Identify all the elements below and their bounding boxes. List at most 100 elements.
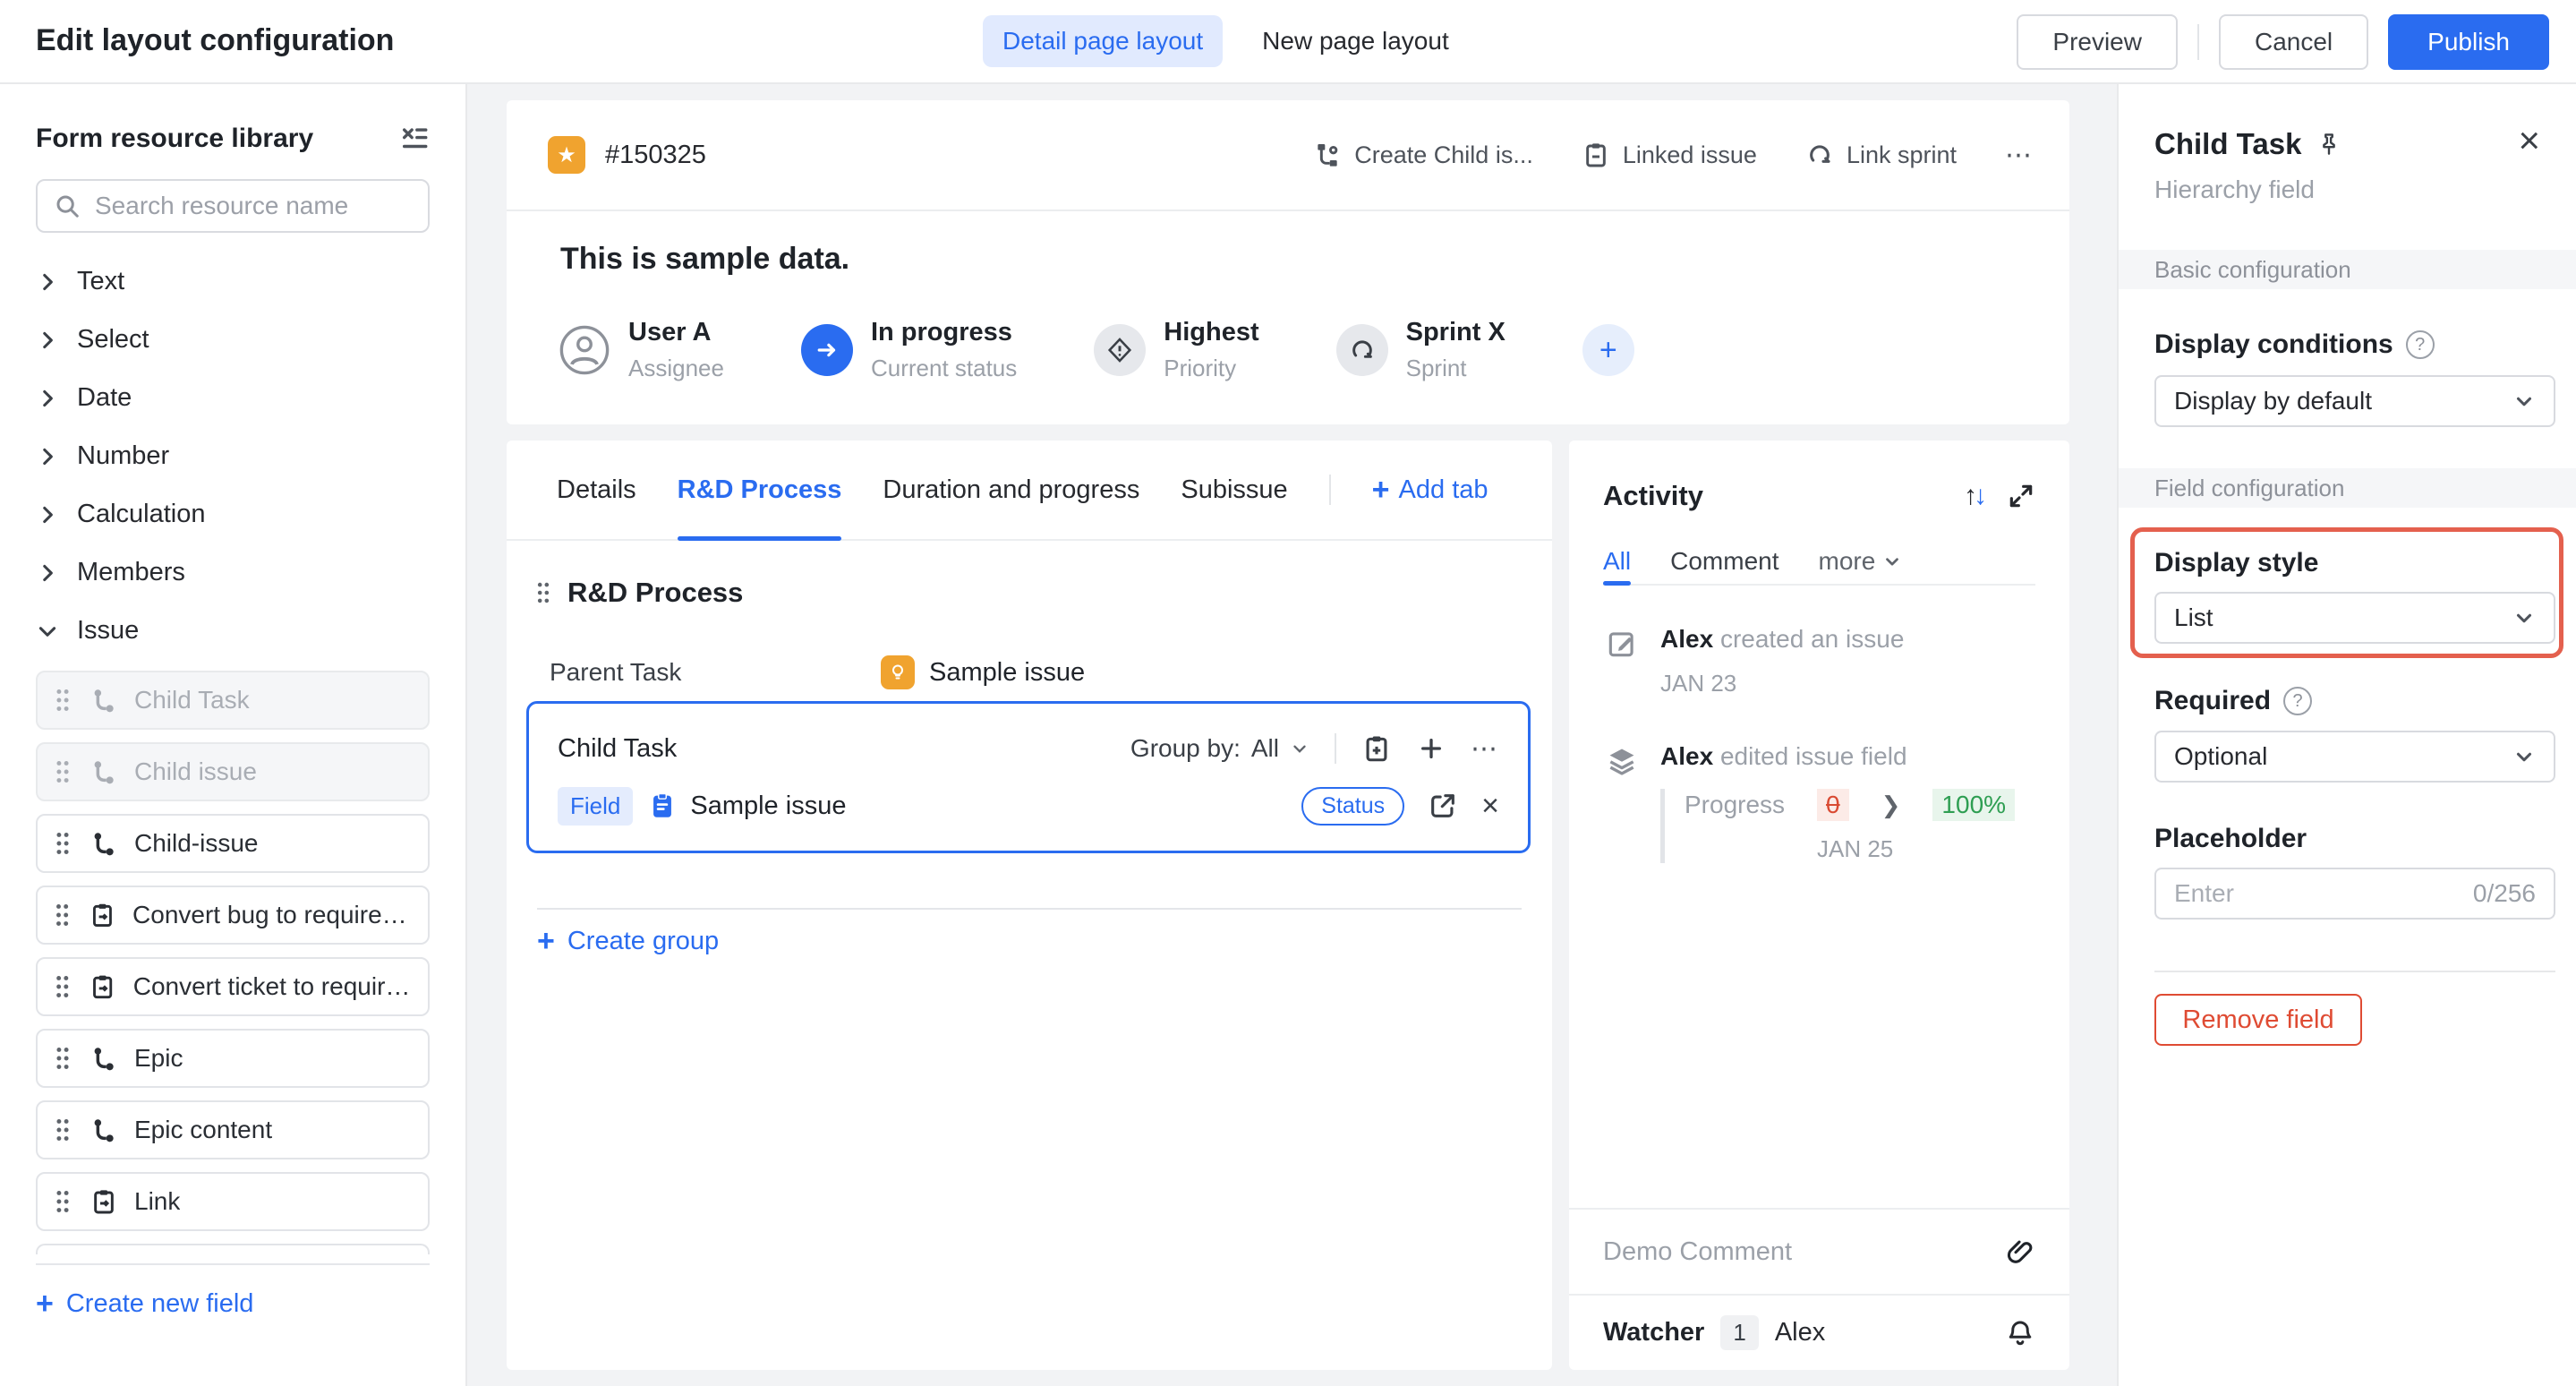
drag-handle-icon [56,1191,69,1212]
chevron-right-icon [43,564,53,581]
category-issue[interactable]: Issue [36,602,430,660]
detail-content-card: Details R&D Process Duration and progres… [507,441,1552,1370]
tab-detail-page-layout[interactable]: Detail page layout [983,15,1224,67]
display-conditions-select[interactable]: Display by default [2154,375,2555,427]
sprint-field[interactable]: Sprint X Sprint [1335,318,1506,382]
display-style-select[interactable]: List [2154,592,2555,644]
expand-icon[interactable] [2007,482,2035,510]
chevron-down-icon [2512,606,2536,629]
page-title: Edit layout configuration [36,23,395,57]
category-number[interactable]: Number [36,427,430,485]
field-item-epic-content[interactable]: Epic content [36,1100,430,1159]
arrow-right-circle-icon [800,324,853,376]
resource-search[interactable] [36,179,430,233]
link-sprint-button[interactable]: Link sprint [1805,141,1957,169]
tab-duration-progress[interactable]: Duration and progress [883,441,1139,539]
required-select[interactable]: Optional [2154,731,2555,783]
field-item-convert-ticket[interactable]: Convert ticket to require... [36,957,430,1016]
placeholder-input[interactable] [2174,879,2473,908]
external-link-icon[interactable] [1428,791,1458,821]
group-field-value: Sample issue [690,791,847,820]
search-input[interactable] [95,192,412,220]
group-by-dropdown[interactable]: Group by: All [1130,734,1309,763]
hierarchy-icon [94,833,114,856]
cancel-button[interactable]: Cancel [2218,14,2369,70]
chevron-down-icon [38,626,56,637]
remove-row-icon[interactable]: × [1481,791,1499,821]
pin-icon[interactable] [2316,131,2342,158]
create-new-field-button[interactable]: + Create new field [36,1288,430,1319]
tab-new-page-layout[interactable]: New page layout [1262,27,1449,56]
chevron-down-icon [2512,389,2536,413]
issue-preview-card: ★ #150325 Create Child is... Linked issu… [507,100,2069,424]
clipboard-add-icon[interactable] [1361,733,1392,764]
priority-diamond-icon [1094,324,1147,376]
field-item-epic[interactable]: Epic [36,1029,430,1088]
field-item-link[interactable]: Link [36,1172,430,1231]
child-task-group-box[interactable]: Child Task Group by: All ⋯ Field Sample … [526,701,1531,853]
activity-tab-comment[interactable]: Comment [1670,539,1778,584]
collapse-panel-icon[interactable] [399,124,430,154]
hierarchy-icon [94,1048,114,1071]
priority-field[interactable]: Highest Priority [1094,318,1259,382]
comment-input-row [1569,1208,2069,1294]
category-text[interactable]: Text [36,252,430,311]
sort-order-icon[interactable]: ↑↓ [1964,481,1987,511]
hierarchy-icon [94,1119,114,1142]
parent-task-row: Parent Task Sample issue [550,655,1552,689]
help-icon[interactable]: ? [2283,687,2313,715]
chevron-down-icon [1293,745,1306,753]
linked-issue-button[interactable]: Linked issue [1582,141,1757,169]
publish-button[interactable]: Publish [2388,14,2549,70]
activity-panel: Activity ↑↓ All Comment more Alex create… [1569,441,2069,1370]
preview-button[interactable]: Preview [2017,14,2178,70]
group-more-button[interactable]: ⋯ [1471,733,1499,765]
assignee-field[interactable]: User A Assignee [559,318,724,382]
tab-details[interactable]: Details [557,441,636,539]
category-select[interactable]: Select [36,311,430,369]
layout-tabs: Detail page layout New page layout [983,15,1449,67]
activity-tab-all[interactable]: All [1603,539,1632,586]
category-calculation[interactable]: Calculation [36,485,430,543]
add-row-icon[interactable] [1417,734,1446,763]
tab-rd-process[interactable]: R&D Process [677,441,841,541]
plus-icon: + [1371,473,1390,507]
field-item-convert-bug[interactable]: Convert bug to requirem... [36,886,430,945]
activity-date: JAN 23 [1660,670,1737,697]
tab-subissue[interactable]: Subissue [1181,441,1287,539]
category-members[interactable]: Members [36,543,430,602]
group-field-row[interactable]: Field Sample issue Status × [558,783,1499,829]
chevron-down-icon [2512,745,2536,768]
drag-handle-icon [56,976,69,997]
activity-tabs: All Comment more [1603,539,2035,586]
create-group-button[interactable]: + Create group [537,926,719,956]
help-icon[interactable]: ? [2405,330,2435,359]
create-child-issue-button[interactable]: Create Child is... [1313,141,1533,169]
add-field-button[interactable]: + [1582,324,1634,376]
status-badge[interactable]: Status [1301,786,1405,826]
old-value: 0 [1817,789,1849,821]
activity-title: Activity [1603,480,1703,511]
parent-task-value[interactable]: Sample issue [929,658,1085,688]
drag-handle-icon [56,833,69,854]
field-item-child-dash-issue[interactable]: Child-issue [36,814,430,873]
category-date[interactable]: Date [36,369,430,427]
remove-field-button[interactable]: Remove field [2154,994,2362,1046]
drag-handle-icon[interactable] [533,580,553,605]
drag-handle-icon [56,761,69,783]
attachment-icon[interactable] [2005,1236,2035,1267]
plus-icon: + [36,1287,54,1321]
create-child-icon [1318,144,1338,167]
close-panel-icon[interactable]: × [2518,122,2540,159]
bell-icon[interactable] [2005,1318,2035,1348]
comment-input[interactable] [1603,1236,2005,1267]
sidebar-divider [36,1263,430,1265]
add-tab-button[interactable]: + Add tab [1372,475,1488,505]
chevron-right-icon [43,506,53,523]
activity-tab-more[interactable]: more [1819,539,1903,584]
current-status-field[interactable]: In progress Current status [800,318,1017,382]
chevron-right-icon [43,389,53,406]
issue-more-button[interactable]: ⋯ [2005,140,2034,171]
sidebar-title: Form resource library [36,124,314,153]
avatar [559,324,610,376]
